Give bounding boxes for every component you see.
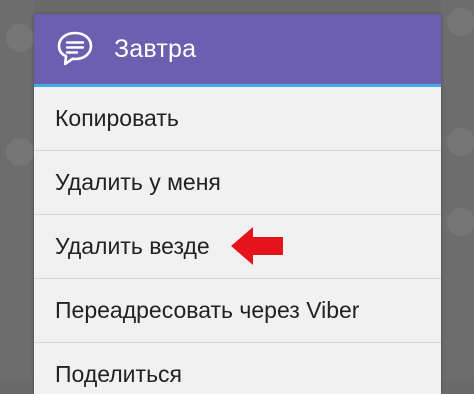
context-menu-dialog: Завтра Копировать Удалить у меня Удалить… [34, 14, 441, 394]
dialog-title: Завтра [114, 34, 197, 63]
menu-item-label: Поделиться [55, 361, 183, 387]
menu-item-delete-for-me[interactable]: Удалить у меня [34, 151, 441, 215]
background-avatar-icon [6, 24, 34, 52]
menu-item-label: Переадресовать через Viber [55, 297, 360, 323]
menu-item-copy[interactable]: Копировать [34, 87, 441, 151]
backdrop-right [441, 0, 474, 379]
background-avatar-icon [6, 138, 34, 166]
menu-item-forward-via-viber[interactable]: Переадресовать через Viber [34, 279, 441, 343]
chat-bubble-icon [54, 28, 96, 70]
menu-item-share[interactable]: Поделиться [34, 343, 441, 394]
menu-item-label: Удалить у меня [55, 169, 221, 195]
red-arrow-icon [231, 227, 283, 265]
menu-item-label: Удалить везде [55, 233, 210, 259]
menu-list: Копировать Удалить у меня Удалить везде … [34, 87, 441, 394]
background-avatar-icon [447, 208, 474, 236]
menu-item-label: Копировать [55, 105, 179, 131]
dialog-header: Завтра [34, 14, 441, 87]
backdrop-left [0, 0, 34, 379]
menu-item-delete-everywhere[interactable]: Удалить везде [34, 215, 441, 279]
background-avatar-icon [447, 8, 474, 36]
background-avatar-icon [447, 128, 474, 156]
